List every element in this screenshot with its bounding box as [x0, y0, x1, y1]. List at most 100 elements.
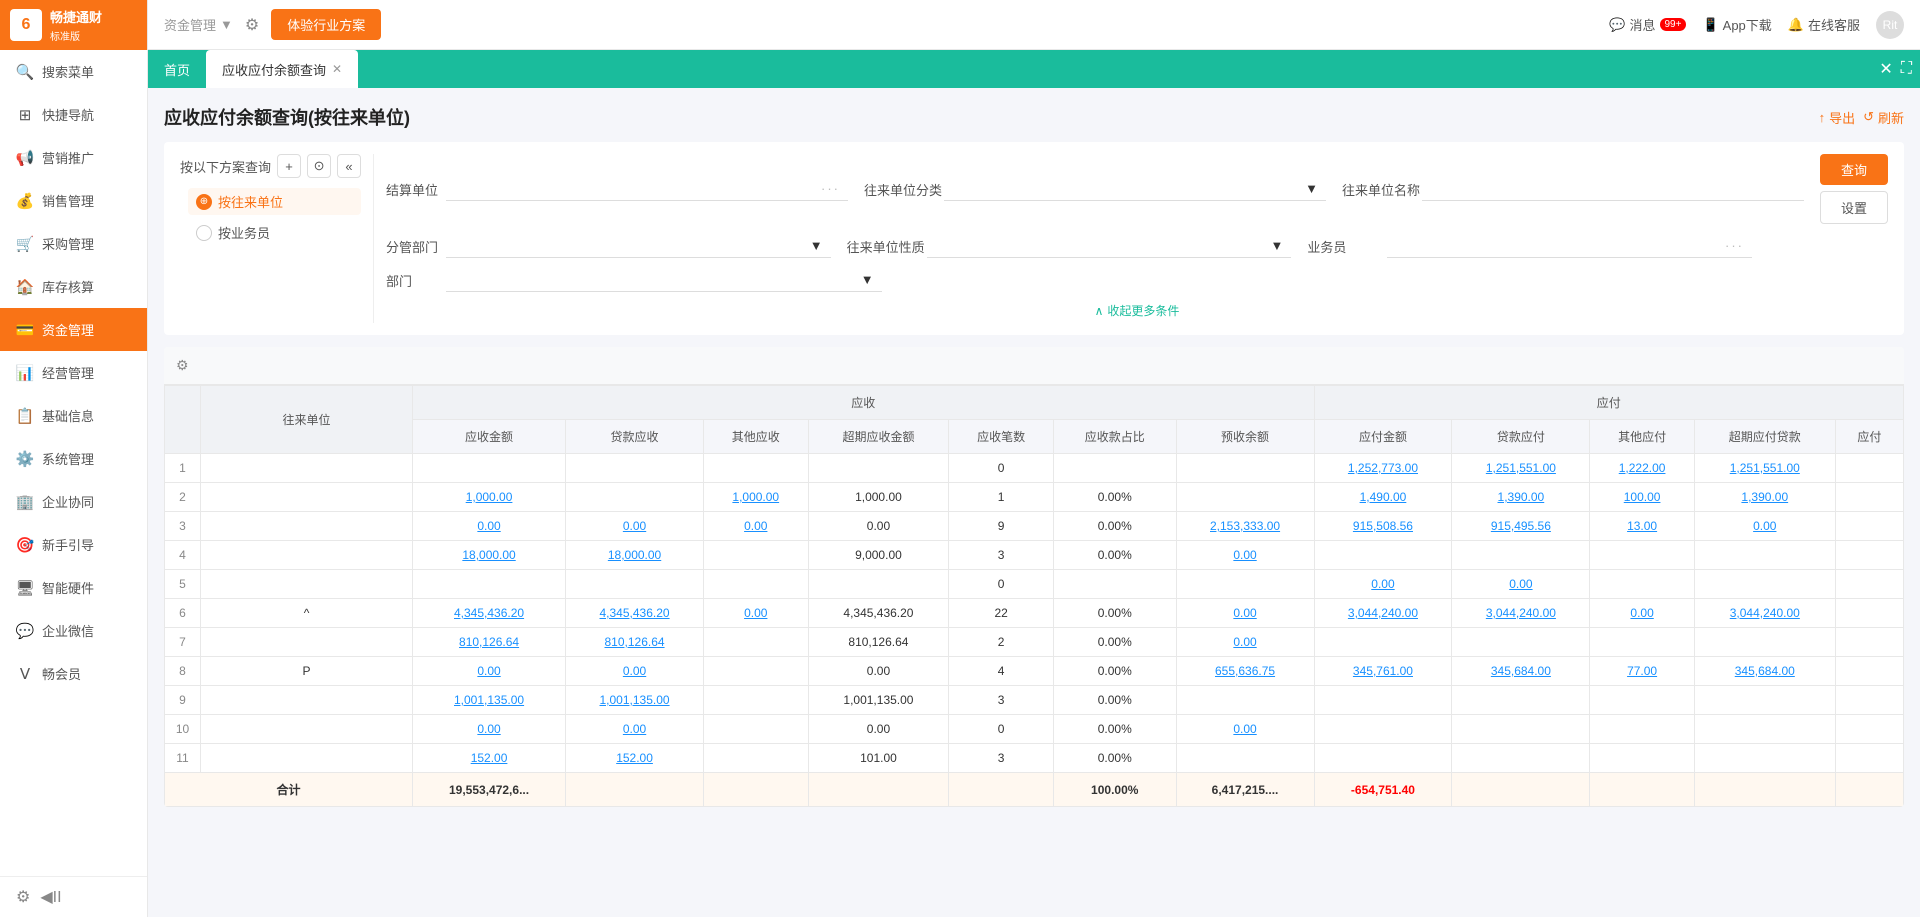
row-advance[interactable]: 0.00 — [1176, 599, 1314, 628]
filter-option-by-partner[interactable]: ⊕ 按往来单位 — [188, 188, 361, 215]
row-other-payable[interactable]: 13.00 — [1590, 512, 1695, 541]
tabbar-close-icon[interactable]: ✕ — [1879, 59, 1892, 79]
filter-tree: ⊕ 按往来单位 按业务员 — [188, 188, 361, 246]
row-other-payable[interactable]: 77.00 — [1590, 657, 1695, 686]
row-overdue-payable[interactable]: 0.00 — [1694, 512, 1835, 541]
partner-name-input[interactable] — [1422, 177, 1804, 201]
row-payable-amount[interactable]: 1,252,773.00 — [1314, 454, 1452, 483]
sidebar-item-management[interactable]: 📊 经营管理 — [0, 351, 147, 394]
row-loan-payable[interactable]: 345,684.00 — [1452, 657, 1590, 686]
sidebar-item-system[interactable]: ⚙️ 系统管理 — [0, 437, 147, 480]
partner-category-select[interactable]: ▼ — [944, 177, 1326, 201]
row-receivable-amount[interactable]: 18,000.00 — [413, 541, 566, 570]
row-receivable-amount[interactable]: 0.00 — [413, 715, 566, 744]
row-loan-receivable[interactable]: 0.00 — [566, 715, 704, 744]
app-download-action[interactable]: 📱 App下载 — [1702, 15, 1771, 34]
sidebar-item-guide[interactable]: 🎯 新手引导 — [0, 523, 147, 566]
row-overdue-payable[interactable]: 1,251,551.00 — [1694, 454, 1835, 483]
promo-button[interactable]: 体验行业方案 — [271, 9, 381, 40]
tab-receivable[interactable]: 应收应付余额查询 ✕ — [206, 50, 358, 88]
sidebar-collapse-icon[interactable]: ◀II — [40, 887, 61, 907]
row-other-payable[interactable]: 0.00 — [1590, 599, 1695, 628]
sidebar-item-basic-info[interactable]: 📋 基础信息 — [0, 394, 147, 437]
row-receivable-amount[interactable]: 152.00 — [413, 744, 566, 773]
row-overdue-payable[interactable]: 1,390.00 — [1694, 483, 1835, 512]
row-loan-receivable[interactable]: 810,126.64 — [566, 628, 704, 657]
row-loan-receivable[interactable]: 0.00 — [566, 657, 704, 686]
row-receivable-amount[interactable]: 0.00 — [413, 657, 566, 686]
filter-collapse-left-icon[interactable]: « — [337, 154, 361, 178]
row-loan-receivable[interactable]: 1,001,135.00 — [566, 686, 704, 715]
main-area: 资金管理 ▼ ⚙ 体验行业方案 💬 消息 99+ 📱 App下载 🔔 在线客服 … — [148, 0, 1920, 917]
row-advance[interactable]: 2,153,333.00 — [1176, 512, 1314, 541]
row-advance[interactable]: 0.00 — [1176, 628, 1314, 657]
online-service-icon: 🔔 — [1788, 17, 1804, 33]
row-other-receivable[interactable]: 1,000.00 — [704, 483, 809, 512]
row-loan-payable[interactable]: 3,044,240.00 — [1452, 599, 1590, 628]
row-payable-amount[interactable]: 3,044,240.00 — [1314, 599, 1452, 628]
user-avatar[interactable]: Rit — [1876, 11, 1904, 39]
row-receivable-amount[interactable]: 1,001,135.00 — [413, 686, 566, 715]
dept-manager-select[interactable]: ▼ — [446, 234, 831, 258]
row-receivable-amount[interactable]: 4,345,436.20 — [413, 599, 566, 628]
breadcrumb-arrow[interactable]: ▼ — [220, 17, 233, 32]
row-other-payable[interactable]: 100.00 — [1590, 483, 1695, 512]
row-receivable-amount[interactable]: 0.00 — [413, 512, 566, 541]
settlement-input[interactable]: ··· — [446, 177, 848, 201]
filter-collapse-btn[interactable]: ∧ 收起更多条件 — [1095, 298, 1180, 323]
filter-add-icon[interactable]: + — [277, 154, 301, 178]
row-payable-amount — [1314, 628, 1452, 657]
row-loan-payable[interactable]: 1,390.00 — [1452, 483, 1590, 512]
sidebar-item-quick-nav[interactable]: ⊞ 快捷导航 — [0, 93, 147, 136]
row-advance[interactable]: 655,636.75 — [1176, 657, 1314, 686]
tab-close-icon[interactable]: ✕ — [332, 62, 342, 76]
row-payable-amount[interactable]: 345,761.00 — [1314, 657, 1452, 686]
table-settings-icon[interactable]: ⚙ — [176, 357, 189, 374]
row-overdue-payable[interactable]: 345,684.00 — [1694, 657, 1835, 686]
row-loan-receivable[interactable]: 0.00 — [566, 512, 704, 541]
row-other-receivable[interactable]: 0.00 — [704, 599, 809, 628]
row-loan-payable[interactable]: 915,495.56 — [1452, 512, 1590, 541]
row-payable-amount[interactable]: 0.00 — [1314, 570, 1452, 599]
filter-settings-icon[interactable]: ⊙ — [307, 154, 331, 178]
row-receivable-amount[interactable]: 810,126.64 — [413, 628, 566, 657]
online-service-action[interactable]: 🔔 在线客服 — [1788, 15, 1860, 34]
sidebar-item-marketing[interactable]: 📢 营销推广 — [0, 136, 147, 179]
sidebar-item-purchase[interactable]: 🛒 采购管理 — [0, 222, 147, 265]
row-payable-amount[interactable]: 915,508.56 — [1314, 512, 1452, 541]
settings-button[interactable]: 设置 — [1820, 191, 1888, 224]
tabbar-expand-icon[interactable]: ⛶ — [1901, 60, 1912, 78]
row-advance[interactable]: 0.00 — [1176, 541, 1314, 570]
tab-home[interactable]: 首页 — [148, 50, 206, 88]
refresh-button[interactable]: ↺ 刷新 — [1863, 108, 1904, 127]
sidebar-item-wechat[interactable]: 💬 企业微信 — [0, 609, 147, 652]
row-payable-amount[interactable]: 1,490.00 — [1314, 483, 1452, 512]
row-other-payable[interactable]: 1,222.00 — [1590, 454, 1695, 483]
dept-select[interactable]: ▼ — [446, 268, 882, 292]
filter-option-by-employee[interactable]: 按业务员 — [188, 219, 361, 246]
partner-nature-select[interactable]: ▼ — [927, 234, 1292, 258]
row-receivable-amount[interactable]: 1,000.00 — [413, 483, 566, 512]
sidebar-item-finance[interactable]: 💳 资金管理 — [0, 308, 147, 351]
row-loan-receivable[interactable]: 4,345,436.20 — [566, 599, 704, 628]
sidebar-item-member[interactable]: Ⅴ 畅会员 — [0, 652, 147, 695]
row-loan-payable[interactable]: 0.00 — [1452, 570, 1590, 599]
table-row: 2 1,000.00 1,000.00 1,000.00 1 0.00% 1,4… — [165, 483, 1904, 512]
sidebar-item-hardware[interactable]: 🖥 智能硬件 — [0, 566, 147, 609]
row-loan-receivable[interactable]: 152.00 — [566, 744, 704, 773]
sidebar-item-sales[interactable]: 💰 销售管理 — [0, 179, 147, 222]
row-loan-payable[interactable]: 1,251,551.00 — [1452, 454, 1590, 483]
row-loan-receivable[interactable]: 18,000.00 — [566, 541, 704, 570]
row-advance[interactable]: 0.00 — [1176, 715, 1314, 744]
topbar-gear-icon[interactable]: ⚙ — [245, 15, 259, 35]
row-other-receivable[interactable]: 0.00 — [704, 512, 809, 541]
salesperson-input[interactable]: ··· — [1387, 234, 1752, 258]
sidebar-item-search-menu[interactable]: 🔍 搜索菜单 — [0, 50, 147, 93]
export-button[interactable]: ↑ 导出 — [1819, 108, 1856, 127]
row-overdue-payable[interactable]: 3,044,240.00 — [1694, 599, 1835, 628]
messages-action[interactable]: 💬 消息 99+ — [1609, 15, 1686, 34]
query-button[interactable]: 查询 — [1820, 154, 1888, 185]
sidebar-settings-icon[interactable]: ⚙ — [16, 887, 30, 907]
sidebar-item-inventory[interactable]: 🏠 库存核算 — [0, 265, 147, 308]
sidebar-item-enterprise[interactable]: 🏢 企业协同 — [0, 480, 147, 523]
